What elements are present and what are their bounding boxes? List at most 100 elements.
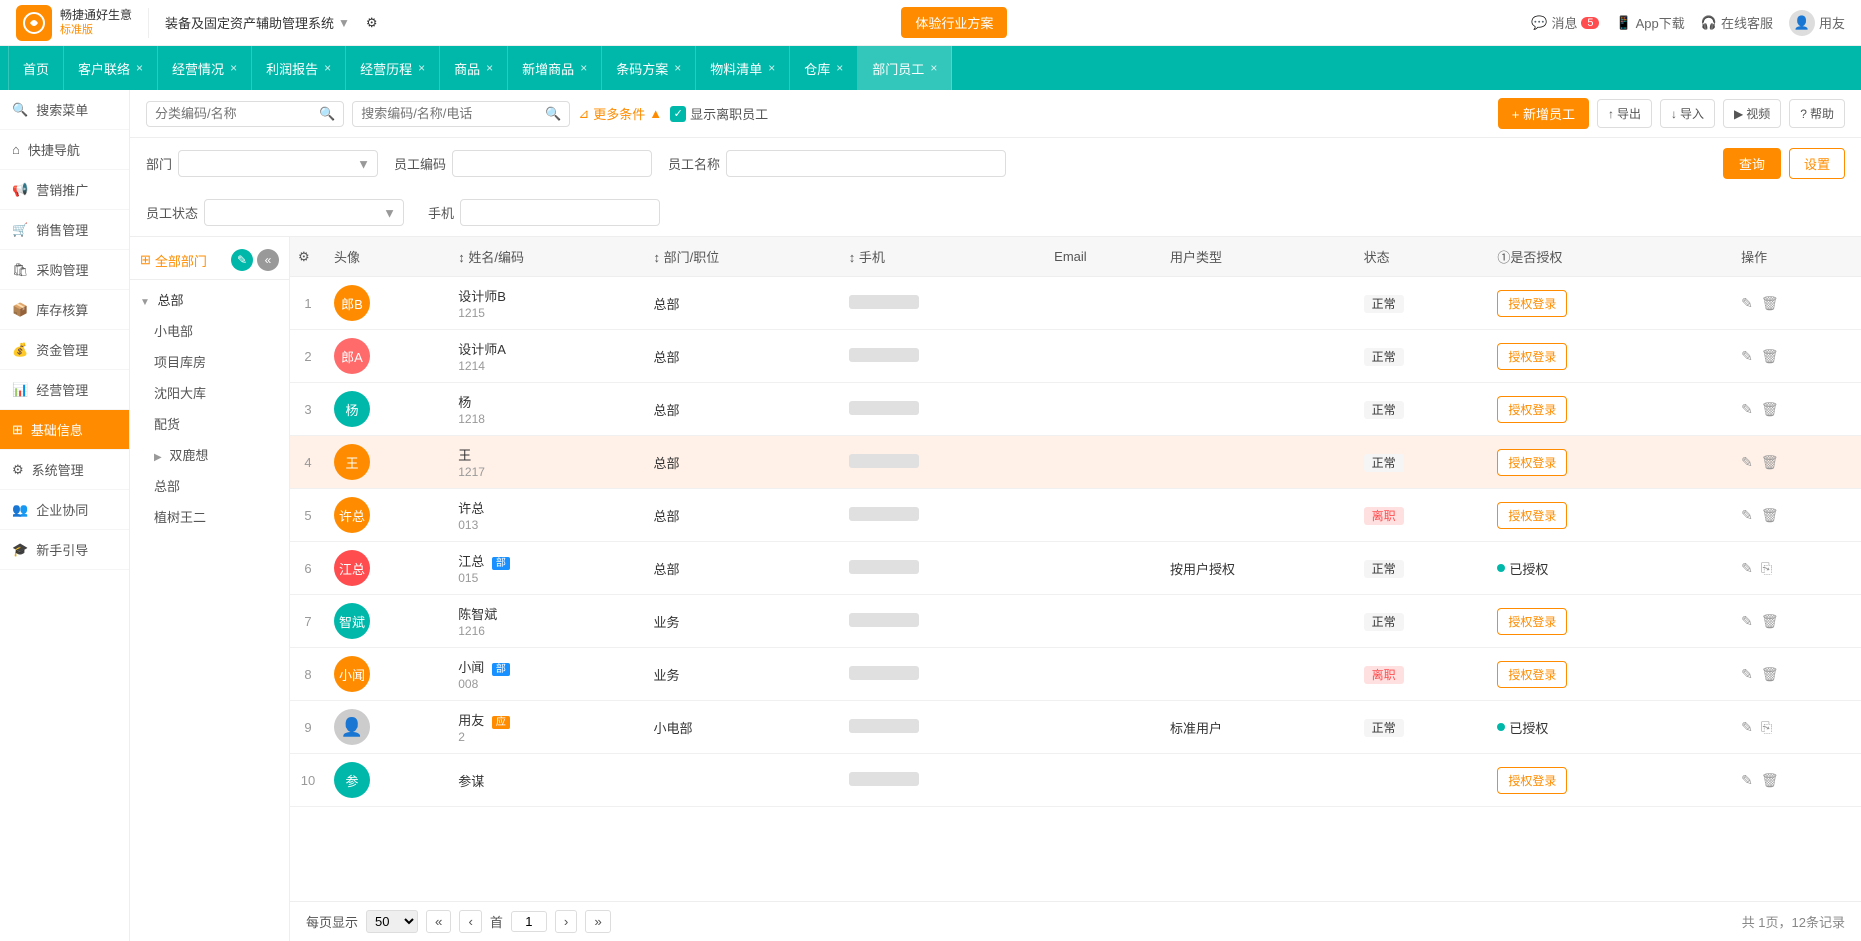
edit-icon[interactable]: ✎ [1741,295,1753,312]
sidebar-item-guide[interactable]: 🎓 新手引导 [0,530,129,570]
more-conditions-button[interactable]: ⊿ 更多条件 ▲ [578,104,662,123]
import-button[interactable]: ↓ 导入 [1660,99,1715,128]
sidebar-item-purchase[interactable]: 🛍 采购管理 [0,250,129,290]
edit-icon[interactable]: ✎ [1741,454,1753,471]
tab-close-icon[interactable]: × [674,61,681,75]
category-search-input[interactable] [155,106,315,121]
export-button[interactable]: ↑ 导出 [1597,99,1652,128]
sidebar-item-quick-nav[interactable]: ⌂ 快捷导航 [0,130,129,170]
tab-close-icon[interactable]: × [136,61,143,75]
sidebar-item-coop[interactable]: 👥 企业协同 [0,490,129,530]
delete-icon[interactable]: 🗑 [1761,348,1779,365]
authorize-button[interactable]: 授权登录 [1497,502,1567,529]
authorize-button[interactable]: 授权登录 [1497,343,1567,370]
sidebar-item-basic[interactable]: ⊞ 基础信息 [0,410,129,450]
message-item[interactable]: 💬 消息 5 [1531,13,1599,32]
tab-profit[interactable]: 利润报告 × [252,46,346,90]
dept-edit-button[interactable]: ✎ [231,249,253,271]
copy-icon[interactable]: ⎘ [1761,560,1772,577]
video-button[interactable]: ▶ 视频 [1723,99,1781,128]
edit-icon[interactable]: ✎ [1741,666,1753,683]
setting-button[interactable]: 设置 [1789,148,1845,179]
tab-history[interactable]: 经营历程 × [346,46,440,90]
tab-operation-status[interactable]: 经营情况 × [158,46,252,90]
authorize-button[interactable]: 授权登录 [1497,396,1567,423]
delete-icon[interactable]: 🗑 [1761,454,1779,471]
experience-button[interactable]: 体验行业方案 [901,7,1007,38]
tab-goods[interactable]: 商品 × [440,46,508,90]
edit-icon[interactable]: ✎ [1741,401,1753,418]
online-service-item[interactable]: 🎧 在线客服 [1701,13,1773,32]
tab-close-icon[interactable]: × [768,61,775,75]
app-download-item[interactable]: 📱 App下载 [1615,13,1684,32]
sidebar-item-inventory[interactable]: 📦 库存核算 [0,290,129,330]
tab-department[interactable]: 部门员工 × [858,46,952,90]
sidebar-item-search[interactable]: 🔍 搜索菜单 [0,90,129,130]
settings-icon[interactable]: ⚙ [366,15,378,31]
delete-icon[interactable]: 🗑 [1761,507,1779,524]
edit-icon[interactable]: ✎ [1741,613,1753,630]
tab-bom[interactable]: 物料清单 × [696,46,790,90]
category-search-icon[interactable]: 🔍 [319,106,335,122]
tab-close-icon[interactable]: × [930,61,937,75]
tab-close-icon[interactable]: × [324,61,331,75]
tab-warehouse[interactable]: 仓库 × [790,46,858,90]
edit-icon[interactable]: ✎ [1741,719,1753,736]
col-phone[interactable]: ↕ 手机 [841,237,1046,277]
tab-barcode[interactable]: 条码方案 × [602,46,696,90]
authorize-button[interactable]: 授权登录 [1497,290,1567,317]
tab-add-goods[interactable]: 新增商品 × [508,46,602,90]
delete-icon[interactable]: 🗑 [1761,666,1779,683]
query-button[interactable]: 查询 [1723,148,1781,179]
delete-icon[interactable]: 🗑 [1761,772,1779,789]
help-button[interactable]: ? 帮助 [1789,99,1845,128]
sidebar-item-marketing[interactable]: 📢 营销推广 [0,170,129,210]
sidebar-item-sales[interactable]: 🛒 销售管理 [0,210,129,250]
authorize-button[interactable]: 授权登录 [1497,449,1567,476]
dept-item-hq[interactable]: 总部 [130,470,289,501]
tab-home[interactable]: 首页 [8,46,64,90]
tab-close-icon[interactable]: × [836,61,843,75]
edit-icon[interactable]: ✎ [1741,560,1753,577]
tab-close-icon[interactable]: × [486,61,493,75]
add-employee-button[interactable]: + 新增员工 [1498,98,1589,129]
dept-item-shenyang[interactable]: 沈阳大库 [130,377,289,408]
page-number-input[interactable] [511,911,547,932]
prev-page-button[interactable]: ‹ [459,910,481,933]
tab-customer[interactable]: 客户联络 × [64,46,158,90]
authorize-button[interactable]: 授权登录 [1497,767,1567,794]
dept-item-project-warehouse[interactable]: 项目库房 [130,346,289,377]
copy-icon[interactable]: ⎘ [1761,719,1772,736]
employee-code-input[interactable] [452,150,652,177]
dept-item-small-elec[interactable]: 小电部 [130,315,289,346]
sidebar-item-finance[interactable]: 💰 资金管理 [0,330,129,370]
tab-close-icon[interactable]: × [230,61,237,75]
main-search-input[interactable] [361,106,541,121]
next-page-button[interactable]: › [555,910,577,933]
edit-icon[interactable]: ✎ [1741,348,1753,365]
dept-collapse-button[interactable]: « [257,249,279,271]
delete-icon[interactable]: 🗑 [1761,401,1779,418]
tab-close-icon[interactable]: × [418,61,425,75]
dept-item-headquarters[interactable]: ▼ 总部 [130,284,289,315]
dept-item-distribution[interactable]: 配货 [130,408,289,439]
delete-icon[interactable]: 🗑 [1761,613,1779,630]
main-search-icon[interactable]: 🔍 [545,106,561,122]
authorize-button[interactable]: 授权登录 [1497,661,1567,688]
tab-close-icon[interactable]: × [580,61,587,75]
dept-item-shuanglu[interactable]: ▶ 双鹿想 [130,439,289,470]
delete-icon[interactable]: 🗑 [1761,295,1779,312]
authorize-button[interactable]: 授权登录 [1497,608,1567,635]
edit-icon[interactable]: ✎ [1741,507,1753,524]
dept-item-zhishu[interactable]: 植树王二 [130,501,289,532]
edit-icon[interactable]: ✎ [1741,772,1753,789]
sidebar-item-operation[interactable]: 📊 经营管理 [0,370,129,410]
last-page-button[interactable]: » [585,910,610,933]
col-name[interactable]: ↕ 姓名/编码 [450,237,645,277]
col-dept[interactable]: ↕ 部门/职位 [645,237,840,277]
dept-select[interactable] [178,150,378,177]
status-select[interactable] [204,199,404,226]
show-resigned-toggle[interactable]: ✓ 显示离职员工 [670,104,768,123]
employee-name-input[interactable] [726,150,1006,177]
page-size-select[interactable]: 50 100 [366,910,418,933]
